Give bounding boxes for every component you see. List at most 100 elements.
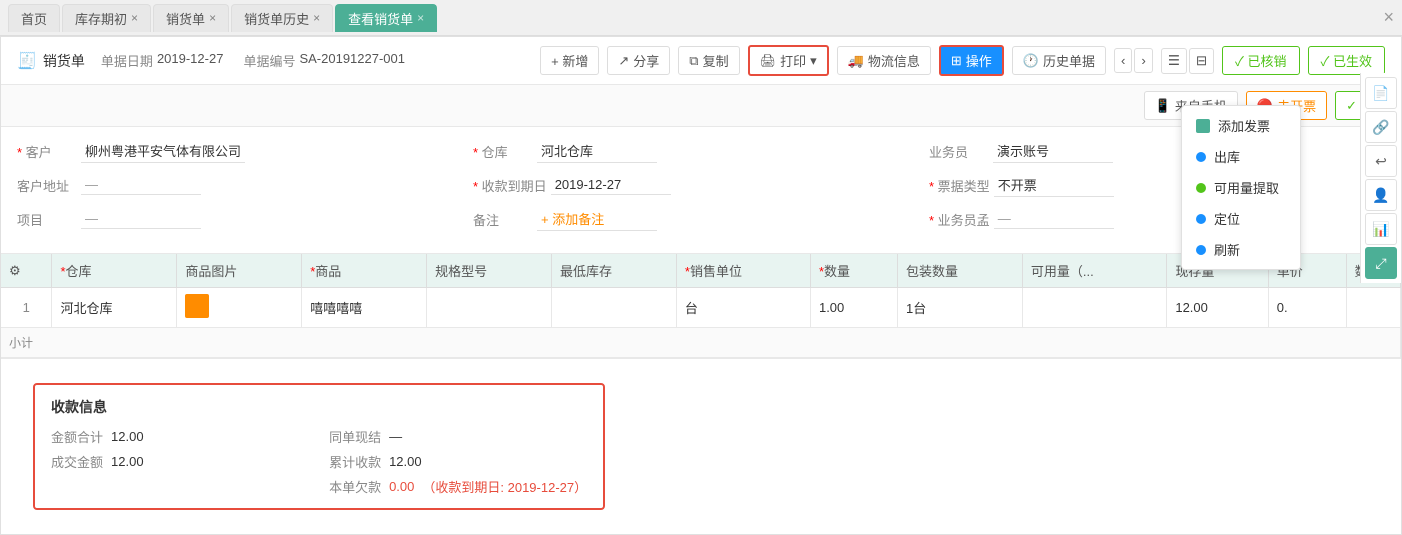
copy-button[interactable]: ⧉ 复制 [678, 46, 739, 75]
tab-home[interactable]: 首页 [8, 4, 60, 32]
payment-date-value: 2019-12-27 [551, 175, 671, 195]
tab-inventory[interactable]: 库存期初 × [62, 4, 151, 32]
add-invoice-label: 添加发票 [1218, 116, 1270, 135]
row-quantity: 1.00 [810, 288, 897, 328]
transaction-item: 成交金额 12.00 [51, 452, 309, 471]
payment-date-label: 收款到期日 [473, 176, 547, 195]
add-label: + 新增 [551, 51, 588, 70]
prev-button[interactable]: ‹ [1114, 48, 1132, 73]
tab-view-sales-close[interactable]: × [417, 11, 424, 25]
col-package-qty: 包装数量 [897, 254, 1022, 288]
effective-button[interactable]: ✓ 已生效 [1308, 46, 1386, 75]
tab-inventory-close[interactable]: × [131, 11, 138, 25]
notes-label: 备注 [473, 210, 533, 229]
col-product: *商品 [302, 254, 427, 288]
print-button[interactable]: 🖨 打印 ▾ [748, 45, 829, 76]
subtotal-row: 小计 [1, 328, 1401, 358]
project-value: — [81, 209, 201, 229]
share-icon: ↗ [618, 53, 629, 69]
warehouse-label: 仓库 [473, 142, 533, 161]
payment-grid: 金额合计 12.00 同单现结 — 成交金额 12.00 累计收款 12.00 [51, 427, 587, 496]
tab-sales-history-close[interactable]: × [313, 11, 320, 25]
row-unit-price: 0. [1268, 288, 1346, 328]
doc-number-value: SA-20191227-001 [299, 51, 405, 70]
address-label: 客户地址 [17, 176, 77, 195]
col-min-stock: 最低库存 [552, 254, 677, 288]
sidebar-undo-button[interactable]: ↩ [1365, 145, 1397, 177]
customer-label: 客户 [17, 142, 77, 161]
salesperson-label: 业务员孟 [929, 210, 990, 229]
notes-add[interactable]: + 添加备注 [537, 207, 657, 231]
customer-field: 客户 柳州粤港平安气体有限公司 [17, 139, 473, 163]
tab-sales-close[interactable]: × [209, 11, 216, 25]
next-button[interactable]: › [1134, 48, 1152, 73]
sidebar-expand-button[interactable]: ⤢ [1365, 247, 1397, 279]
tab-home-label: 首页 [21, 9, 47, 28]
add-button[interactable]: + 新增 [540, 46, 599, 75]
tab-bar: 首页 库存期初 × 销货单 × 销货单历史 × 查看销货单 × × [0, 0, 1402, 36]
doc-date-label: 单据日期 [101, 51, 153, 70]
sidebar-doc-button[interactable]: 📄 [1365, 77, 1397, 109]
operations-button[interactable]: ⊞ 操作 [939, 45, 1004, 76]
toolbar: + 新增 ↗ 分享 ⧉ 复制 🖨 打印 ▾ 🚚 物流信息 ⊞ 操作 [540, 45, 1385, 76]
effective-label: ✓ 已生效 [1321, 54, 1373, 69]
operations-label: 操作 [966, 51, 992, 70]
same-order-value: — [389, 429, 402, 444]
add-invoice-icon [1196, 119, 1210, 133]
logistics-button[interactable]: 🚚 物流信息 [837, 46, 931, 75]
total-label: 金额合计 [51, 427, 103, 446]
col-quantity: *数量 [810, 254, 897, 288]
form-row-2: 客户地址 — 收款到期日 2019-12-27 票据类型 不开票 [17, 173, 1385, 197]
share-label: 分享 [633, 51, 659, 70]
payment-section: 收款信息 金额合计 12.00 同单现结 — 成交金额 12.00 累计收款 1… [33, 383, 605, 510]
share-button[interactable]: ↗ 分享 [607, 46, 670, 75]
history-icon: 🕐 [1023, 53, 1039, 69]
tab-sales-label: 销货单 [166, 9, 205, 28]
main-container: 🧾 销货单 单据日期 2019-12-27 单据编号 SA-20191227-0… [0, 36, 1402, 535]
current-debt-value: 0.00 [389, 479, 414, 494]
sidebar-link-button[interactable]: 🔗 [1365, 111, 1397, 143]
row-warehouse: 河北仓库 [52, 288, 177, 328]
tab-view-sales[interactable]: 查看销货单 × [335, 4, 437, 32]
print-label: 打印 [780, 51, 806, 70]
operations-grid-icon: ⊞ [951, 53, 962, 69]
grid-view-button[interactable]: ⊟ [1189, 48, 1214, 74]
list-view-button[interactable]: ☰ [1161, 48, 1187, 74]
row-min-stock [552, 288, 677, 328]
form-row-3: 项目 — 备注 + 添加备注 业务员孟 — [17, 207, 1385, 231]
copy-label: 复制 [703, 51, 729, 70]
menu-item-refresh[interactable]: 刷新 [1182, 234, 1300, 265]
history-button[interactable]: 🕐 历史单据 [1012, 46, 1106, 75]
address-field: 客户地址 — [17, 175, 473, 195]
address-value: — [81, 175, 201, 195]
tab-sales-history-label: 销货单历史 [244, 9, 309, 28]
tab-sales-history[interactable]: 销货单历史 × [231, 4, 333, 32]
row-product: 嘻嘻嘻嘻 [302, 288, 427, 328]
project-field: 项目 — [17, 209, 473, 229]
sidebar-chart-button[interactable]: 📊 [1365, 213, 1397, 245]
doc-header: 🧾 销货单 单据日期 2019-12-27 单据编号 SA-20191227-0… [1, 37, 1401, 85]
global-close-button[interactable]: × [1383, 7, 1394, 28]
project-label: 项目 [17, 210, 77, 229]
tab-sales[interactable]: 销货单 × [153, 4, 229, 32]
print-dropdown-icon: ▾ [810, 53, 817, 69]
customer-value: 柳州粤港平安气体有限公司 [81, 139, 245, 163]
menu-item-locate[interactable]: 定位 [1182, 203, 1300, 234]
notes-field: 备注 + 添加备注 [473, 207, 929, 231]
sidebar-user-button[interactable]: 👤 [1365, 179, 1397, 211]
doc-number-field: 单据编号 SA-20191227-001 [243, 51, 405, 70]
cancelled-button[interactable]: ✓ 已核销 [1222, 46, 1300, 75]
tab-inventory-label: 库存期初 [75, 9, 127, 28]
row-spec [427, 288, 552, 328]
menu-item-add-invoice[interactable]: 添加发票 [1182, 110, 1300, 141]
menu-item-outbound[interactable]: 出库 [1182, 141, 1300, 172]
payment-wrapper: 收款信息 金额合计 12.00 同单现结 — 成交金额 12.00 累计收款 1… [1, 359, 1401, 534]
staff-label: 业务员 [929, 142, 989, 161]
mobile-icon: 📱 [1155, 98, 1171, 114]
warehouse-field: 仓库 河北仓库 [473, 139, 929, 163]
menu-item-qty-extract[interactable]: 可用量提取 [1182, 172, 1300, 203]
col-warehouse: *仓库 [52, 254, 177, 288]
print-icon: 🖨 [760, 53, 777, 69]
same-order-label: 同单现结 [329, 427, 381, 446]
subtotal-label: 小计 [1, 328, 1401, 358]
